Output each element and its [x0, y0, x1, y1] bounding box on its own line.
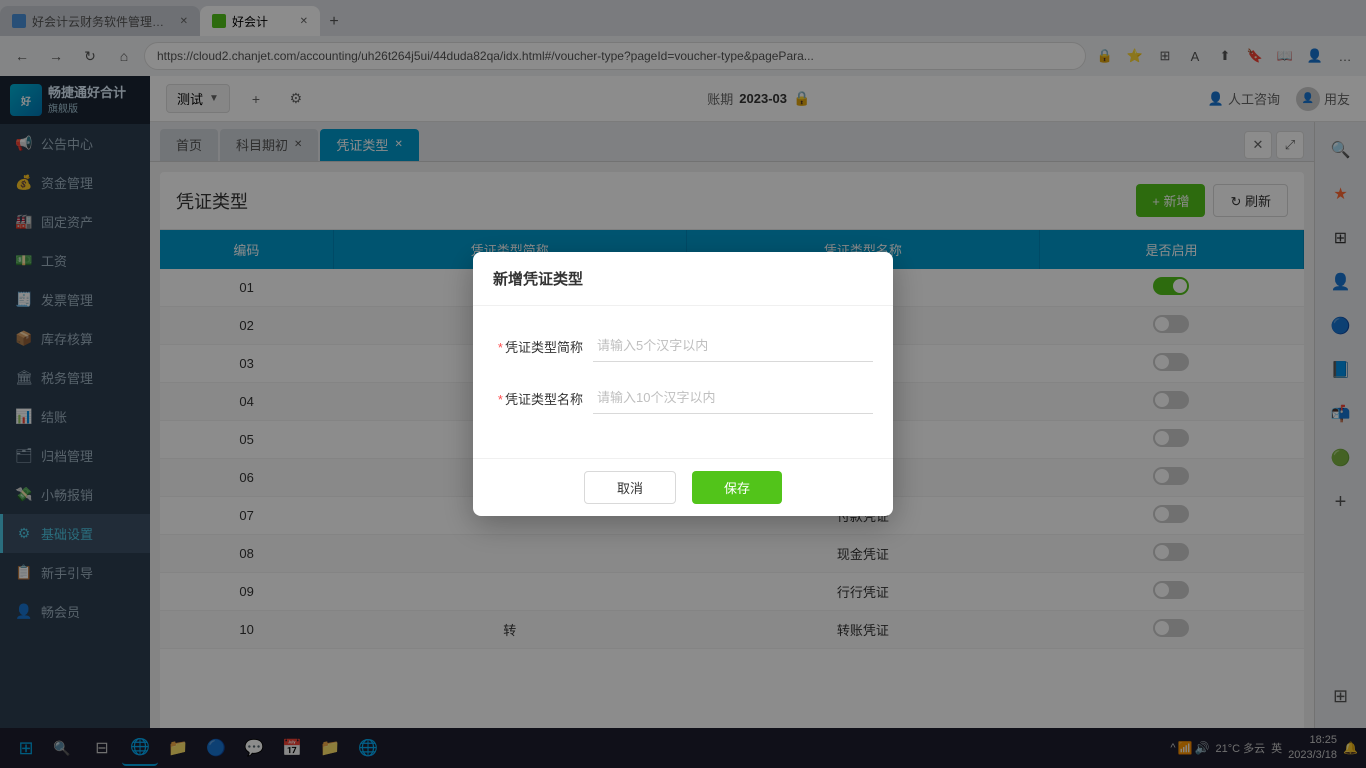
modal-title: 新增凭证类型 — [493, 268, 583, 289]
short-name-label-text: 凭证类型简称 — [505, 340, 583, 355]
form-row-full-name: *凭证类型名称 — [493, 382, 873, 414]
short-name-label: *凭证类型简称 — [493, 337, 583, 356]
full-name-label-text: 凭证类型名称 — [505, 392, 583, 407]
save-button[interactable]: 保存 — [692, 471, 782, 504]
full-name-input[interactable] — [593, 382, 873, 414]
required-mark-2: * — [498, 392, 503, 407]
modal-body: *凭证类型简称 *凭证类型名称 — [473, 306, 893, 458]
form-row-short-name: *凭证类型简称 — [493, 330, 873, 362]
required-mark-1: * — [498, 340, 503, 355]
modal-footer: 取消 保存 — [473, 458, 893, 516]
full-name-label: *凭证类型名称 — [493, 389, 583, 408]
short-name-input[interactable] — [593, 330, 873, 362]
cancel-button[interactable]: 取消 — [584, 471, 676, 504]
modal-overlay: 新增凭证类型 *凭证类型简称 *凭证类型名称 取消 保存 — [0, 0, 1366, 768]
add-voucher-type-modal: 新增凭证类型 *凭证类型简称 *凭证类型名称 取消 保存 — [473, 252, 893, 516]
modal-header: 新增凭证类型 — [473, 252, 893, 306]
